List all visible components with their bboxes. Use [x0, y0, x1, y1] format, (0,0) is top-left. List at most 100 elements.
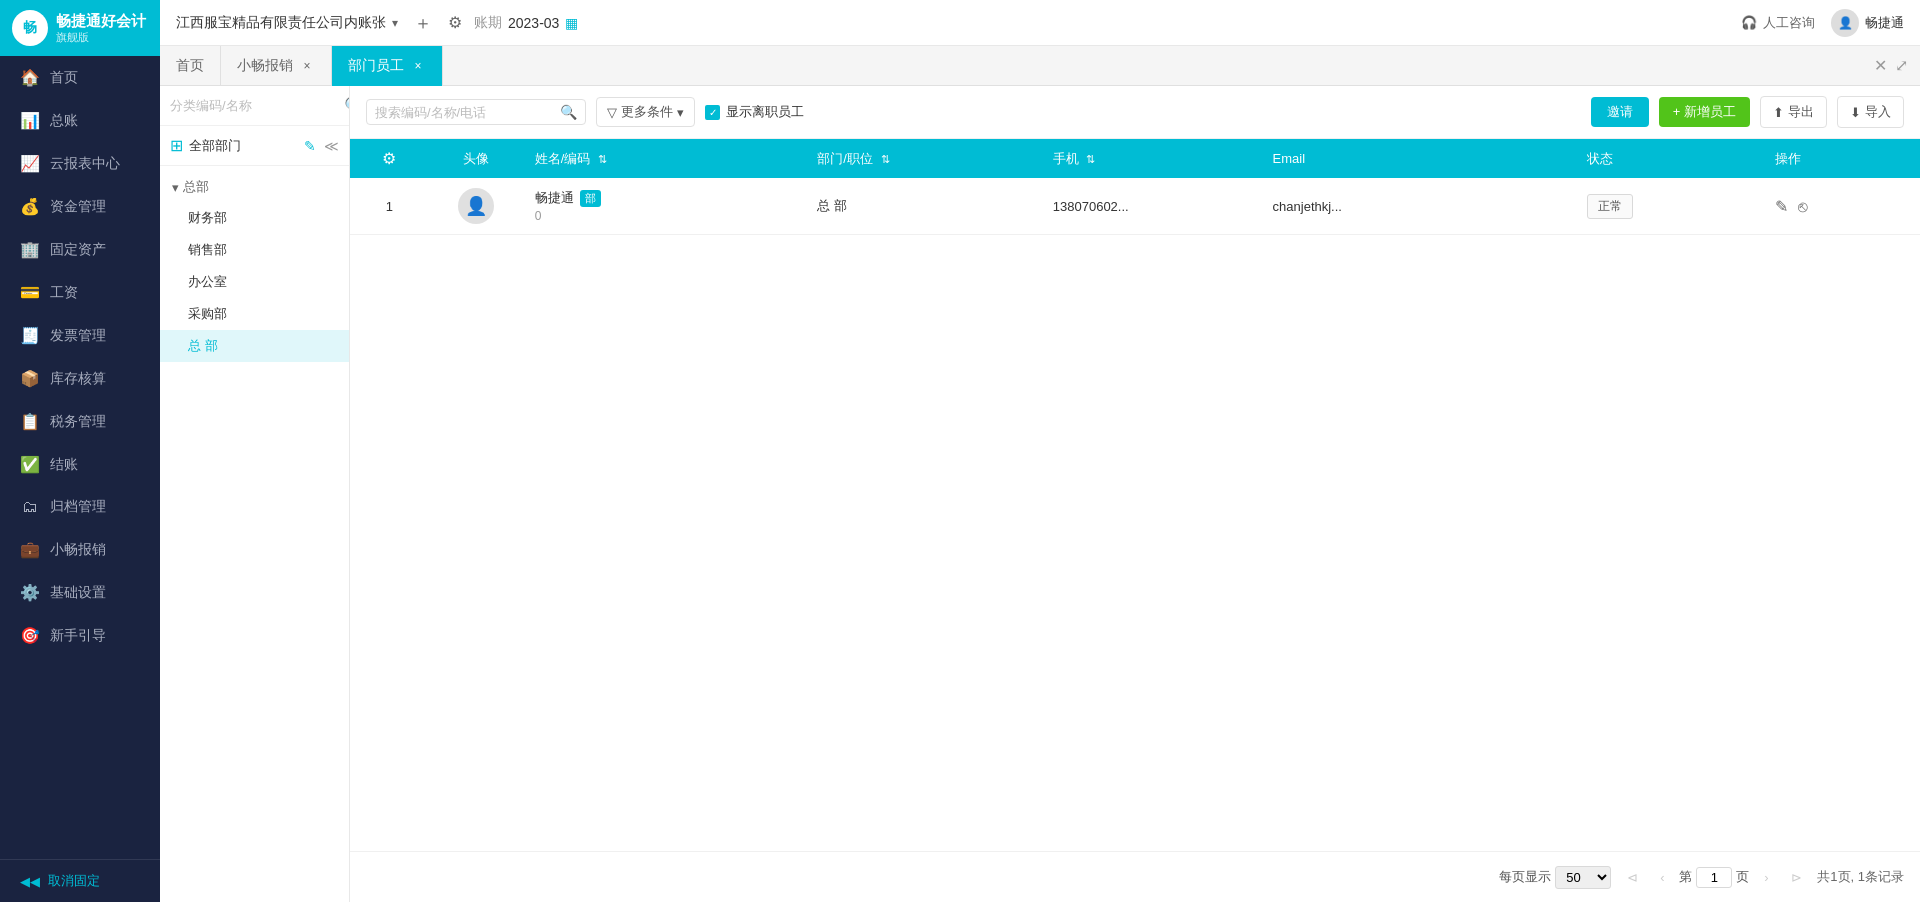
row-status: 正常 — [1575, 178, 1763, 235]
sidebar-item-固定资产[interactable]: 🏢固定资产 — [0, 228, 160, 271]
service-button[interactable]: 🎧 人工咨询 — [1741, 14, 1815, 32]
sidebar-navigation: 🏠首页📊总账📈云报表中心💰资金管理🏢固定资产💳工资🧾发票管理 📦 库存核算 📋税务管理… — [0, 56, 160, 859]
show-resigned-checkbox[interactable]: ✓ — [705, 105, 720, 120]
topbar-right: 🎧 人工咨询 👤 畅捷通 — [1741, 9, 1904, 37]
nav-label: 库存核算 — [50, 370, 106, 388]
table-col-name[interactable]: 姓名/编码 ⇅ — [523, 139, 806, 178]
user-name: 畅捷通 — [1865, 14, 1904, 32]
row-avatar: 👤 — [429, 178, 523, 235]
user-menu[interactable]: 👤 畅捷通 — [1831, 9, 1904, 37]
nav-label: 结账 — [50, 456, 78, 474]
sidebar-item-基础设置[interactable]: ⚙️ 基础设置 — [0, 571, 160, 614]
row-email: chanjethkj... — [1261, 178, 1575, 235]
dept-root-label: 全部部门 — [189, 137, 241, 155]
sidebar-item-总账[interactable]: 📊总账 — [0, 99, 160, 142]
nav-icon: ✅ — [20, 455, 40, 474]
tab-部门员工[interactable]: 部门员工× — [332, 46, 443, 86]
dept-panel: 🔍 ⊞ 全部部门 ✎ ≪ ▾总部财务部销售部办公室采购部总 部 — [160, 86, 350, 902]
period-selector[interactable]: 账期 2023-03 ▦ — [474, 14, 578, 32]
sidebar-item-归档管理[interactable]: 🗂归档管理 — [0, 486, 160, 528]
tab-label: 小畅报销 — [237, 57, 293, 75]
nav-icon: 📈 — [20, 154, 40, 173]
toolbar-actions: 邀请 + 新增员工 ⬆ 导出 ⬇ 导入 — [1591, 96, 1904, 128]
tab-首页[interactable]: 首页 — [160, 46, 221, 86]
nav-icon: ⚙️ — [20, 583, 40, 602]
per-page-select[interactable]: 50 20 100 — [1555, 866, 1611, 889]
settings-button[interactable]: ⚙ — [448, 13, 462, 32]
dept-tree-item[interactable]: 总 部 — [160, 330, 349, 362]
sidebar-item-工资[interactable]: 💳工资 — [0, 271, 160, 314]
employee-code: 0 — [535, 209, 794, 223]
expand-tab-button[interactable]: ⤢ — [1895, 56, 1908, 75]
table-col-dept[interactable]: 部门/职位 ⇅ — [805, 139, 1041, 178]
next-page-button[interactable]: › — [1753, 864, 1779, 890]
dept-tree-item[interactable]: 财务部 — [160, 202, 349, 234]
sidebar-item-税务管理[interactable]: 📋税务管理 — [0, 400, 160, 443]
page-goto-label: 第 — [1679, 868, 1692, 886]
app-logo[interactable]: 畅 畅捷通好会计 旗舰版 — [0, 0, 160, 56]
dept-collapse-button[interactable]: ≪ — [324, 138, 339, 154]
dept-expand-icon: ▾ — [172, 180, 179, 195]
headset-icon: 🎧 — [1741, 15, 1757, 30]
employee-search-input[interactable] — [375, 105, 560, 120]
dept-item-label: 办公室 — [188, 274, 227, 289]
prev-page-button[interactable]: ‹ — [1649, 864, 1675, 890]
sidebar-item-首页[interactable]: 🏠首页 — [0, 56, 160, 99]
tab-close-icon[interactable]: × — [410, 58, 426, 74]
table-col-settings: ⚙ — [350, 139, 429, 178]
tab-close-icon[interactable]: × — [299, 58, 315, 74]
period-label: 账期 — [474, 14, 502, 32]
invite-button[interactable]: 邀请 — [1591, 97, 1649, 127]
nav-icon: 🏢 — [20, 240, 40, 259]
dept-item-label: 财务部 — [188, 210, 227, 225]
calendar-icon[interactable]: ▦ — [565, 15, 578, 31]
export-button[interactable]: ⬆ 导出 — [1760, 96, 1827, 128]
sidebar-item-库存核算[interactable]: 📦 库存核算 — [0, 357, 160, 400]
close-tab-button[interactable]: ✕ — [1874, 56, 1887, 75]
row-dept: 总 部 — [805, 178, 1041, 235]
table-col-phone[interactable]: 手机 ⇅ — [1041, 139, 1261, 178]
employee-toolbar: 🔍 ▽ 更多条件 ▾ ✓ 显示离职员工 邀请 + 新增员工 — [350, 86, 1920, 139]
edit-button[interactable]: ✎ — [1775, 198, 1788, 215]
dept-tree-item[interactable]: 销售部 — [160, 234, 349, 266]
tab-小畅报销[interactable]: 小畅报销 × — [221, 46, 332, 86]
first-page-button[interactable]: ⊲ — [1619, 864, 1645, 890]
dept-edit-button[interactable]: ✎ — [304, 138, 316, 154]
service-label: 人工咨询 — [1763, 14, 1815, 32]
nav-icon: 💼 — [20, 540, 40, 559]
sidebar-item-小畅报销[interactable]: 💼小畅报销 — [0, 528, 160, 571]
row-actions: ✎ ⎋ — [1763, 178, 1920, 235]
sidebar-item-新手引导[interactable]: 🎯新手引导 — [0, 614, 160, 657]
table-col-status: 状态 — [1575, 139, 1763, 178]
company-selector[interactable]: 江西服宝精品有限责任公司内账张 ▾ — [176, 14, 398, 32]
sidebar-item-结账[interactable]: ✅ 结账 — [0, 443, 160, 486]
page-number-input[interactable] — [1696, 867, 1732, 888]
dept-tree-item[interactable]: ▾总部 — [160, 172, 349, 202]
dept-search-input[interactable] — [170, 98, 338, 113]
nav-label: 基础设置 — [50, 584, 106, 602]
filter-label: 更多条件 — [621, 103, 673, 121]
filter-button[interactable]: ▽ 更多条件 ▾ — [596, 97, 695, 127]
app-name: 畅捷通好会计 — [56, 12, 146, 30]
sidebar-pin-toggle[interactable]: ◀◀ 取消固定 — [0, 859, 160, 902]
add-employee-button[interactable]: + 新增员工 — [1659, 97, 1750, 127]
export-icon: ⬆ — [1773, 105, 1784, 120]
sidebar-item-发票管理[interactable]: 🧾发票管理 — [0, 314, 160, 357]
dept-tree-item[interactable]: 办公室 — [160, 266, 349, 298]
sidebar-item-云报表中心[interactable]: 📈云报表中心 — [0, 142, 160, 185]
sidebar-item-资金管理[interactable]: 💰资金管理 — [0, 185, 160, 228]
last-page-button[interactable]: ⊳ — [1783, 864, 1809, 890]
logout-button[interactable]: ⎋ — [1798, 198, 1808, 215]
nav-icon: 📦 — [20, 369, 40, 388]
show-resigned-toggle[interactable]: ✓ 显示离职员工 — [705, 103, 804, 121]
table-header-row: ⚙ 头像 姓名/编码 ⇅ 部门/职位 ⇅ 手机 ⇅ — [350, 139, 1920, 178]
per-page-label: 每页显示 — [1499, 868, 1551, 886]
chevron-down-icon: ▾ — [677, 105, 684, 120]
sidebar: 畅 畅捷通好会计 旗舰版 🏠首页📊总账📈云报表中心💰资金管理🏢固定资产💳工资🧾发… — [0, 0, 160, 902]
add-tab-button[interactable]: ＋ — [410, 11, 436, 35]
dept-tree-item[interactable]: 采购部 — [160, 298, 349, 330]
import-button[interactable]: ⬇ 导入 — [1837, 96, 1904, 128]
nav-label: 资金管理 — [50, 198, 106, 216]
search-icon[interactable]: 🔍 — [560, 104, 577, 120]
table-settings-icon[interactable]: ⚙ — [382, 150, 396, 167]
